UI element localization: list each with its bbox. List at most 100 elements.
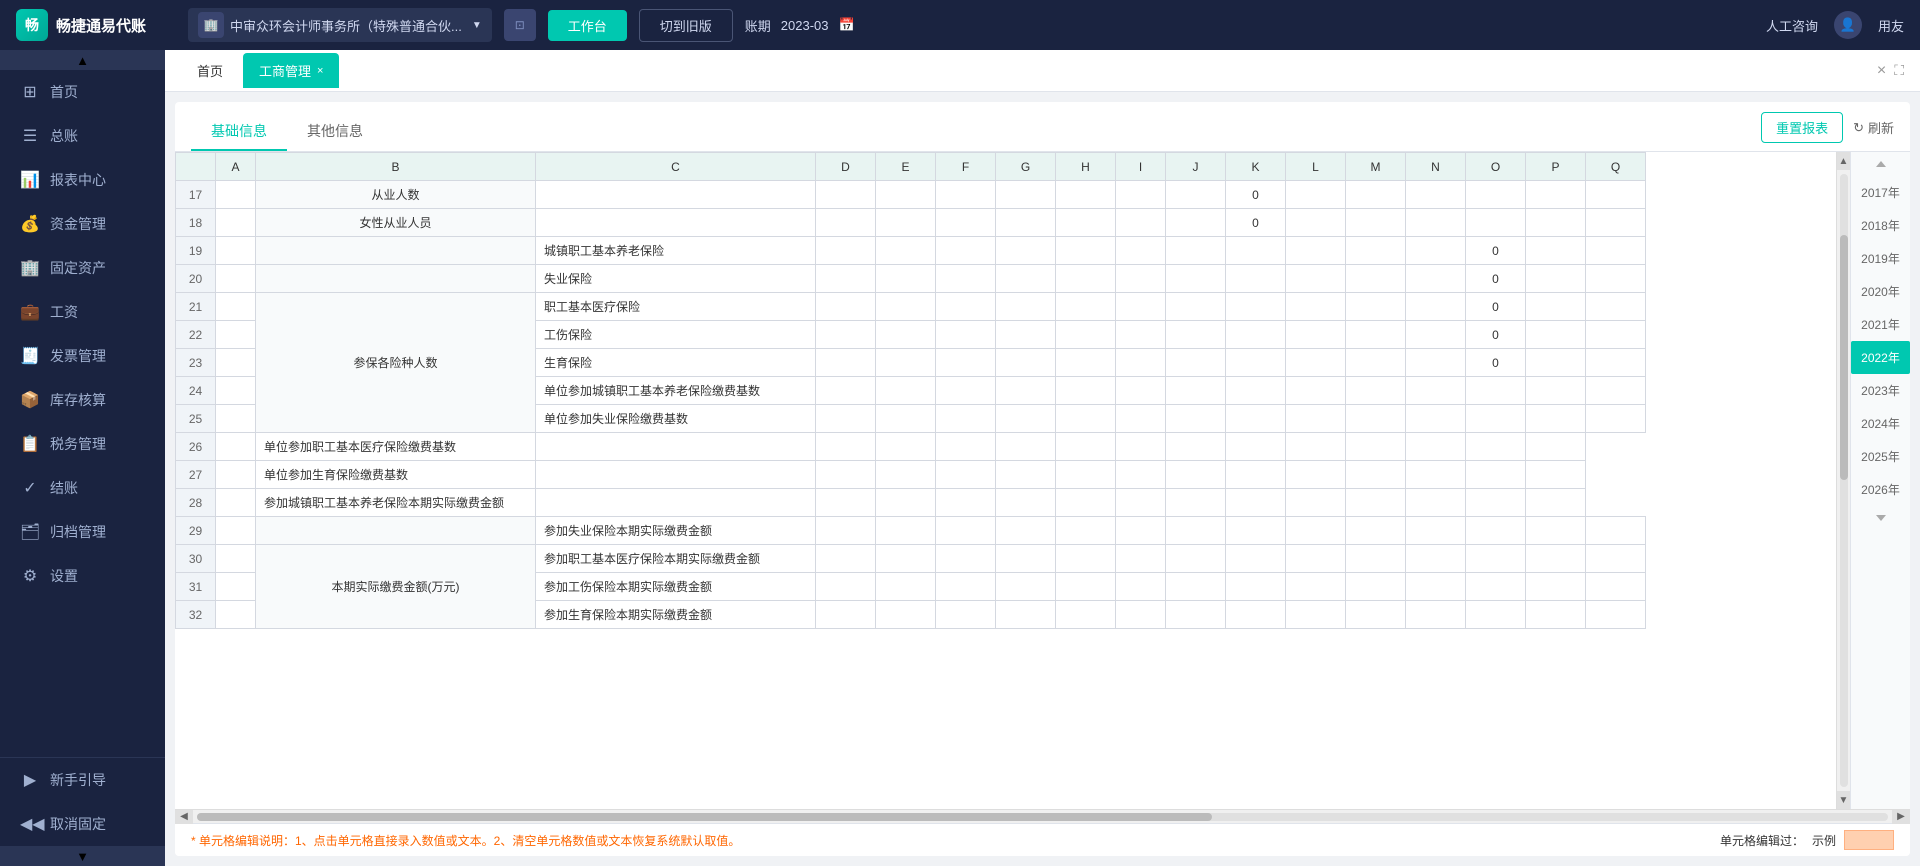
cell-a[interactable]: [216, 573, 256, 601]
cell-m[interactable]: [1346, 405, 1406, 433]
cell-c[interactable]: 参加城镇职工基本养老保险本期实际缴费金额: [256, 489, 536, 517]
company-copy-icon[interactable]: ⊡: [504, 9, 536, 41]
switch-version-button[interactable]: 切到旧版: [639, 9, 733, 42]
cell-q[interactable]: [1586, 321, 1646, 349]
cell-k[interactable]: 0: [1226, 181, 1286, 209]
tab-close-icon[interactable]: ×: [317, 65, 323, 77]
cell-d[interactable]: [536, 489, 816, 517]
cell-e[interactable]: [876, 321, 936, 349]
cell-l[interactable]: [1286, 237, 1346, 265]
cell-i[interactable]: [1116, 573, 1166, 601]
company-selector[interactable]: 🏢 中审众环会计师事务所（特殊普通合伙... ▼: [188, 8, 492, 42]
cell-j[interactable]: [1166, 293, 1226, 321]
cell-i[interactable]: [1116, 181, 1166, 209]
cell-e[interactable]: [876, 545, 936, 573]
cell-q[interactable]: [1586, 405, 1646, 433]
cell-n[interactable]: [1406, 573, 1466, 601]
cell-j[interactable]: [1166, 601, 1226, 629]
cell-f[interactable]: [936, 573, 996, 601]
cell-o[interactable]: 0: [1466, 237, 1526, 265]
cell-c[interactable]: 职工基本医疗保险: [536, 293, 816, 321]
cell-j[interactable]: [1116, 433, 1166, 461]
cell-e[interactable]: [816, 461, 876, 489]
scroll-up-btn[interactable]: ▲: [1837, 152, 1851, 170]
cell-m[interactable]: [1286, 461, 1346, 489]
cell-h[interactable]: [996, 433, 1056, 461]
horizontal-scrollbar[interactable]: ◀ ▶: [175, 809, 1910, 823]
sidebar-item-settings[interactable]: ⚙ 设置: [0, 554, 165, 598]
cell-e[interactable]: [876, 265, 936, 293]
sidebar-item-archive[interactable]: 🗂 归档管理: [0, 510, 165, 554]
cell-d[interactable]: [816, 209, 876, 237]
cell-m[interactable]: [1346, 237, 1406, 265]
cell-b[interactable]: 从业人数: [256, 181, 536, 209]
cell-l[interactable]: [1286, 181, 1346, 209]
sidebar-item-inventory[interactable]: 📦 库存核算: [0, 378, 165, 422]
cell-d[interactable]: [816, 545, 876, 573]
cell-m[interactable]: [1346, 517, 1406, 545]
workspace-button[interactable]: 工作台: [548, 10, 627, 41]
cell-l[interactable]: [1286, 405, 1346, 433]
cell-h[interactable]: [1056, 377, 1116, 405]
cell-p[interactable]: [1526, 321, 1586, 349]
cell-q[interactable]: [1586, 377, 1646, 405]
cell-d[interactable]: [816, 265, 876, 293]
cell-g[interactable]: [996, 405, 1056, 433]
cell-q[interactable]: [1526, 461, 1586, 489]
year-item[interactable]: 2017年: [1851, 176, 1910, 209]
year-item[interactable]: 2018年: [1851, 209, 1910, 242]
sidebar-scroll-up[interactable]: ▲: [0, 50, 165, 70]
cell-d[interactable]: [536, 433, 816, 461]
scroll-left-btn[interactable]: ◀: [175, 810, 193, 824]
tab-bizmanage[interactable]: 工商管理 ×: [243, 53, 339, 88]
cell-a[interactable]: [216, 489, 256, 517]
cell-n[interactable]: [1406, 237, 1466, 265]
cell-k[interactable]: [1226, 265, 1286, 293]
cell-o[interactable]: [1466, 545, 1526, 573]
cell-l[interactable]: [1226, 489, 1286, 517]
cell-g[interactable]: [996, 209, 1056, 237]
cell-h[interactable]: [1056, 517, 1116, 545]
cell-p[interactable]: [1526, 237, 1586, 265]
reset-report-button[interactable]: 重置报表: [1761, 112, 1843, 143]
cell-d[interactable]: [816, 377, 876, 405]
cell-k[interactable]: [1226, 517, 1286, 545]
cell-j[interactable]: [1166, 405, 1226, 433]
cell-h[interactable]: [1056, 293, 1116, 321]
cell-i[interactable]: [1116, 601, 1166, 629]
cell-l[interactable]: [1286, 517, 1346, 545]
cell-q[interactable]: [1586, 265, 1646, 293]
cell-p[interactable]: [1526, 349, 1586, 377]
cell-f[interactable]: [936, 321, 996, 349]
cell-c[interactable]: 参加工伤保险本期实际缴费金额: [536, 573, 816, 601]
cell-d[interactable]: [816, 181, 876, 209]
cell-c[interactable]: 单位参加失业保险缴费基数: [536, 405, 816, 433]
cell-m[interactable]: [1346, 545, 1406, 573]
cell-o[interactable]: 0: [1466, 265, 1526, 293]
cell-f[interactable]: [876, 489, 936, 517]
cell-d[interactable]: [816, 601, 876, 629]
cell-p[interactable]: [1526, 517, 1586, 545]
cell-a[interactable]: [216, 349, 256, 377]
cell-k[interactable]: [1226, 601, 1286, 629]
cell-e[interactable]: [816, 433, 876, 461]
cell-i[interactable]: [1116, 405, 1166, 433]
cell-f[interactable]: [936, 209, 996, 237]
sub-tab-other[interactable]: 其他信息: [287, 113, 383, 151]
cell-c[interactable]: 失业保险: [536, 265, 816, 293]
cell-a[interactable]: [216, 209, 256, 237]
cell-l[interactable]: [1286, 209, 1346, 237]
cell-j[interactable]: [1166, 377, 1226, 405]
cell-c[interactable]: 单位参加城镇职工基本养老保险缴费基数: [536, 377, 816, 405]
cell-d[interactable]: [816, 321, 876, 349]
spreadsheet-wrapper[interactable]: A B C D E F G H I J K L M: [175, 152, 1836, 809]
cell-g[interactable]: [996, 573, 1056, 601]
cell-o[interactable]: [1466, 209, 1526, 237]
cell-g[interactable]: [996, 321, 1056, 349]
cell-q[interactable]: [1586, 601, 1646, 629]
cell-m[interactable]: [1346, 293, 1406, 321]
cell-q[interactable]: [1586, 293, 1646, 321]
cell-g[interactable]: [996, 517, 1056, 545]
cell-i[interactable]: [1116, 237, 1166, 265]
cell-c[interactable]: [536, 209, 816, 237]
